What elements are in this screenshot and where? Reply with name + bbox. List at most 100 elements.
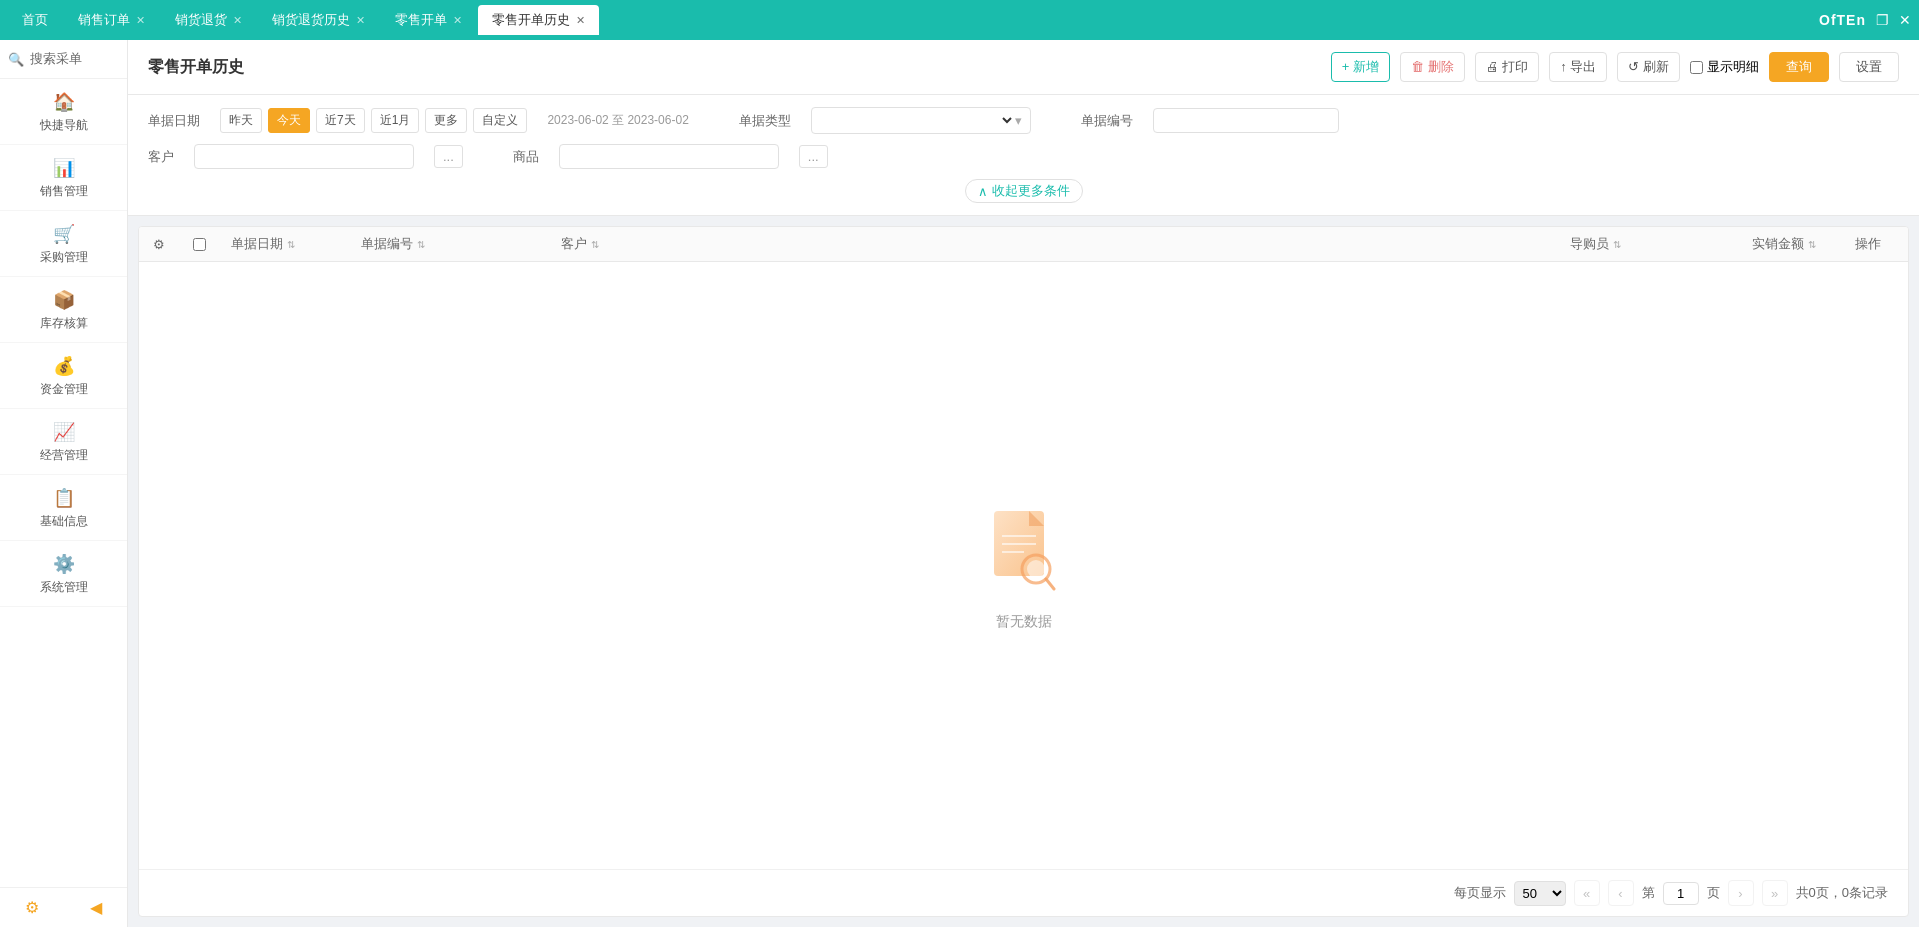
doc-type-select[interactable]	[820, 112, 1015, 129]
date-btn-昨天[interactable]: 昨天	[220, 108, 262, 133]
sys-mgmt-icon: ⚙️	[53, 553, 75, 575]
sidebar-item-quick-nav[interactable]: 🏠 快捷导航	[0, 79, 127, 145]
th-sn[interactable]: 单据编号 ⇅	[349, 235, 549, 253]
settings-col-icon: ⚙	[153, 237, 165, 252]
next-page-btn[interactable]: ›	[1728, 880, 1754, 906]
doc-no-input[interactable]	[1153, 108, 1339, 133]
settings-icon[interactable]: ⚙	[25, 898, 39, 917]
th-customer[interactable]: 客户 ⇅	[549, 235, 1558, 253]
sidebar-item-finance[interactable]: 💰 资金管理	[0, 343, 127, 409]
date-btn-更多[interactable]: 更多	[425, 108, 467, 133]
search-menu[interactable]: 🔍 搜索采单	[0, 40, 127, 79]
page-unit: 页	[1707, 884, 1720, 902]
last-page-btn[interactable]: »	[1762, 880, 1788, 906]
close-icon[interactable]: ✕	[1899, 12, 1911, 28]
empty-text: 暂无数据	[996, 613, 1052, 631]
svg-line-7	[1046, 579, 1054, 589]
sidebar-item-base-info[interactable]: 📋 基础信息	[0, 475, 127, 541]
th-action: 操作	[1828, 235, 1908, 253]
date-btn-近7天[interactable]: 近7天	[316, 108, 365, 133]
tab-label: 销货退货	[175, 11, 227, 29]
sidebar-item-purchase-mgmt[interactable]: 🛒 采购管理	[0, 211, 127, 277]
delete-button[interactable]: 🗑 删除	[1400, 52, 1465, 82]
inventory-label: 库存核算	[40, 315, 88, 332]
th-amount[interactable]: 实销金额 ⇅	[1708, 235, 1828, 253]
product-ellipsis-btn[interactable]: ...	[799, 145, 828, 168]
top-bar: 首页销售订单✕销货退货✕销货退货历史✕零售开单✕零售开单历史✕ OfTEn ❐ …	[0, 0, 1919, 40]
tab-bar: 首页销售订单✕销货退货✕销货退货历史✕零售开单✕零售开单历史✕	[8, 5, 1819, 35]
page-header: 零售开单历史 + 新增 🗑 删除 🖨 打印 ↑ 导出 ↺ 刷新 显示明细 查询 …	[128, 40, 1919, 95]
display-detail-toggle[interactable]: 显示明细	[1690, 58, 1759, 76]
page-size-select[interactable]: 2050100200	[1514, 881, 1566, 906]
sort-amount-icon[interactable]: ⇅	[1808, 239, 1816, 250]
tab-retail-open-history[interactable]: 零售开单历史✕	[478, 5, 599, 35]
sidebar-item-sales-mgmt[interactable]: 📊 销售管理	[0, 145, 127, 211]
sales-mgmt-icon: 📊	[53, 157, 75, 179]
th-checkbox[interactable]	[179, 238, 219, 251]
select-all-checkbox[interactable]	[193, 238, 206, 251]
tab-home[interactable]: 首页	[8, 5, 62, 35]
settings-button[interactable]: 设置	[1839, 52, 1899, 82]
customer-input[interactable]	[194, 144, 414, 169]
table-header: ⚙ 单据日期 ⇅ 单据编号 ⇅ 客户 ⇅ 导购员	[139, 227, 1908, 262]
collapse-icon: ∧	[978, 184, 988, 199]
tab-retail-open[interactable]: 零售开单✕	[381, 5, 476, 35]
search-menu-label: 搜索采单	[30, 50, 82, 68]
operations-label: 经营管理	[40, 447, 88, 464]
refresh-button[interactable]: ↺ 刷新	[1617, 52, 1680, 82]
quick-nav-icon: 🏠	[53, 91, 75, 113]
current-page-input[interactable]: 1	[1663, 882, 1699, 905]
customer-ellipsis-btn[interactable]: ...	[434, 145, 463, 168]
prev-page-btn[interactable]: ‹	[1608, 880, 1634, 906]
sidebar-item-sys-mgmt[interactable]: ⚙️ 系统管理	[0, 541, 127, 607]
sort-customer-icon[interactable]: ⇅	[591, 239, 599, 250]
date-btn-今天[interactable]: 今天	[268, 108, 310, 133]
tab-sales-order[interactable]: 销售订单✕	[64, 5, 159, 35]
first-page-btn[interactable]: «	[1574, 880, 1600, 906]
collapse-btn[interactable]: ∧ 收起更多条件	[965, 179, 1083, 203]
query-button[interactable]: 查询	[1769, 52, 1829, 82]
sort-date-icon[interactable]: ⇅	[287, 239, 295, 250]
tab-close-icon[interactable]: ✕	[136, 14, 145, 27]
sidebar-item-inventory[interactable]: 📦 库存核算	[0, 277, 127, 343]
tab-close-icon[interactable]: ✕	[356, 14, 365, 27]
display-detail-checkbox[interactable]	[1690, 61, 1703, 74]
tab-close-icon[interactable]: ✕	[453, 14, 462, 27]
export-button[interactable]: ↑ 导出	[1549, 52, 1607, 82]
tab-sales-return-history[interactable]: 销货退货历史 ✕	[258, 5, 379, 35]
top-bar-right: OfTEn ❐ ✕	[1819, 12, 1911, 28]
add-button[interactable]: + 新增	[1331, 52, 1390, 82]
finance-icon: 💰	[53, 355, 75, 377]
purchase-mgmt-label: 采购管理	[40, 249, 88, 266]
sort-sn-icon[interactable]: ⇅	[417, 239, 425, 250]
th-date[interactable]: 单据日期 ⇅	[219, 235, 349, 253]
collapse-sidebar-icon[interactable]: ◀	[90, 898, 102, 917]
product-input[interactable]	[559, 144, 779, 169]
tab-label: 销货退货历史	[272, 11, 350, 29]
sidebar-items: 🏠 快捷导航 📊 销售管理 🛒 采购管理 📦 库存核算 💰 资金管理 📈 经营管…	[0, 79, 127, 607]
sort-guide-icon[interactable]: ⇅	[1613, 239, 1621, 250]
doc-type-select-wrap[interactable]: ▾	[811, 107, 1031, 134]
tab-sales-return[interactable]: 销货退货 ✕	[161, 5, 256, 35]
main-layout: 🔍 搜索采单 🏠 快捷导航 📊 销售管理 🛒 采购管理 📦 库存核算 💰 资金管…	[0, 40, 1919, 927]
th-action-label: 操作	[1855, 235, 1881, 253]
restore-icon[interactable]: ❐	[1876, 12, 1889, 28]
base-info-icon: 📋	[53, 487, 75, 509]
sidebar-bottom: ⚙ ◀	[0, 887, 127, 927]
tab-close-icon[interactable]: ✕	[233, 14, 242, 27]
th-guide[interactable]: 导购员 ⇅	[1558, 235, 1708, 253]
th-amount-label: 实销金额	[1752, 235, 1804, 253]
th-settings[interactable]: ⚙	[139, 237, 179, 252]
customer-label: 客户	[148, 148, 174, 166]
sidebar-item-operations[interactable]: 📈 经营管理	[0, 409, 127, 475]
th-date-label: 单据日期	[231, 235, 283, 253]
date-btn-自定义[interactable]: 自定义	[473, 108, 527, 133]
content-area: 零售开单历史 + 新增 🗑 删除 🖨 打印 ↑ 导出 ↺ 刷新 显示明细 查询 …	[128, 40, 1919, 927]
date-btn-近1月[interactable]: 近1月	[371, 108, 420, 133]
finance-label: 资金管理	[40, 381, 88, 398]
filter-row-2: 客户 ... 商品 ...	[148, 144, 1899, 169]
date-btn-group: 昨天今天近7天近1月更多自定义	[220, 108, 527, 133]
print-button[interactable]: 🖨 打印	[1475, 52, 1540, 82]
chevron-down-icon: ▾	[1015, 113, 1022, 128]
tab-close-icon[interactable]: ✕	[576, 14, 585, 27]
